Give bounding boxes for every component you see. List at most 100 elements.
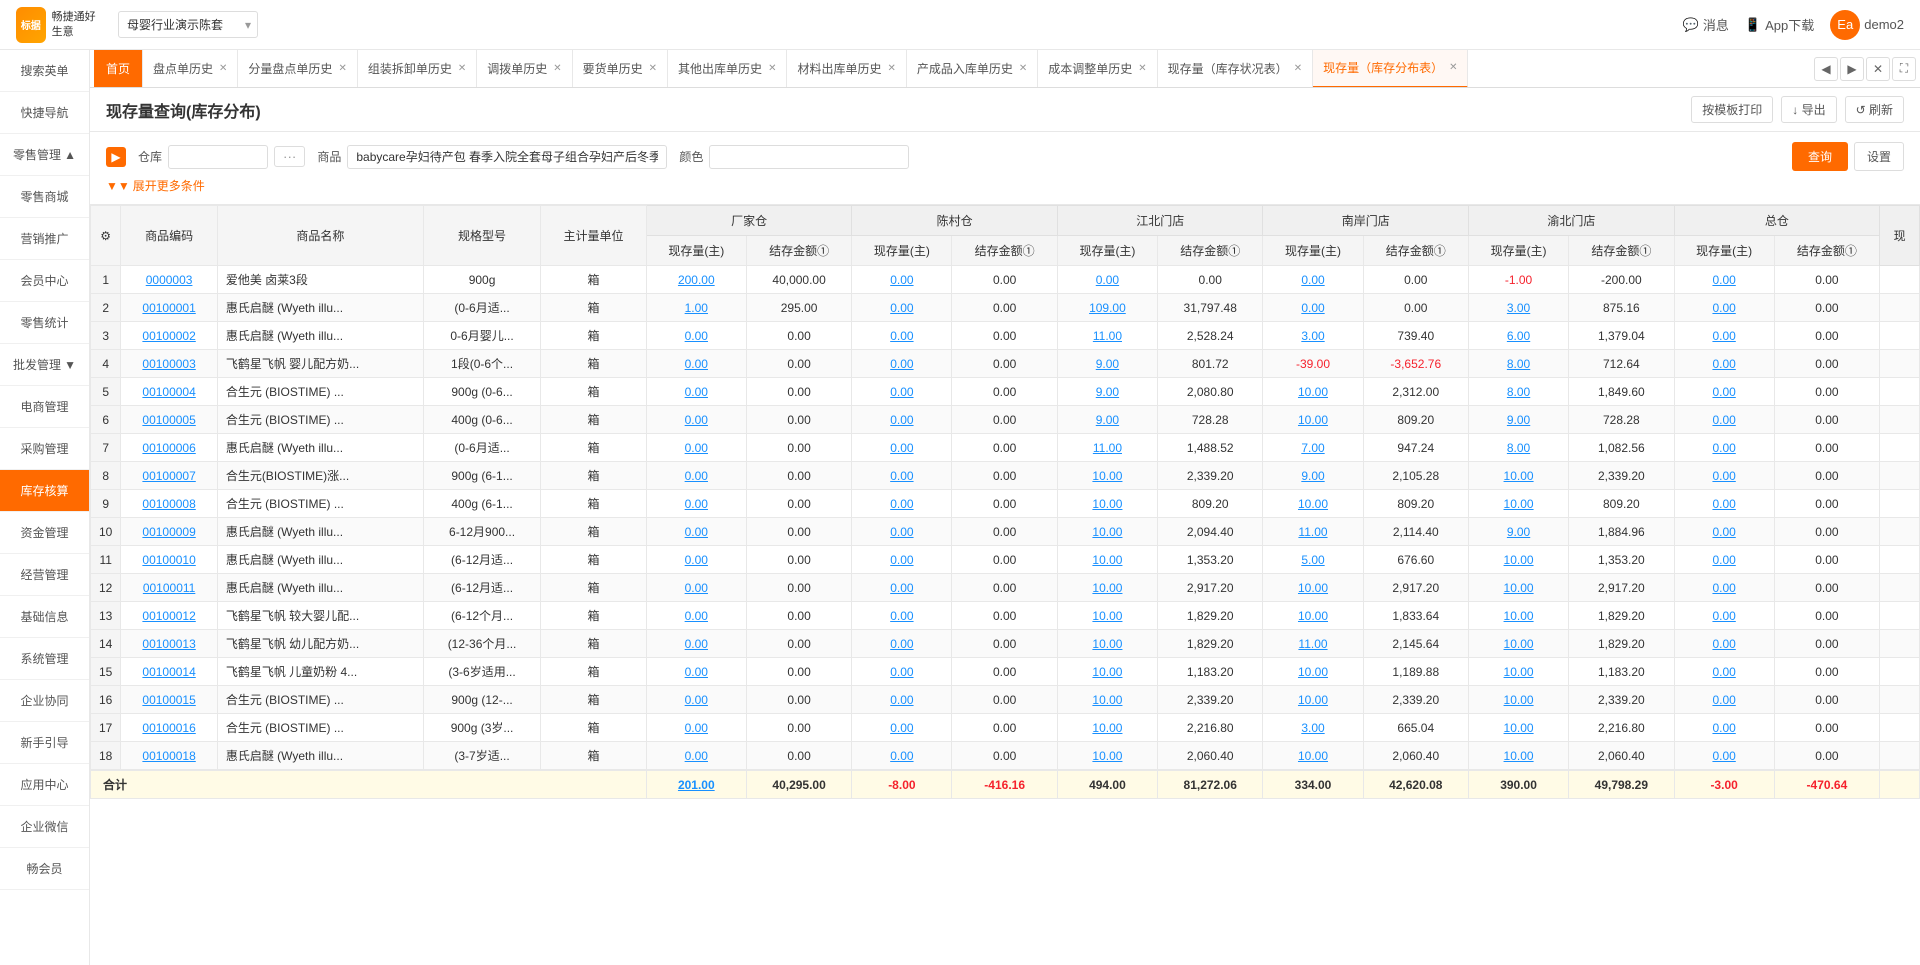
tab-home[interactable]: 首页 bbox=[94, 50, 143, 88]
row-factory-qty[interactable]: 0.00 bbox=[646, 406, 746, 434]
tab-close-icon-7[interactable]: ✕ bbox=[887, 63, 895, 74]
export-button[interactable]: ↓ 导出 bbox=[1781, 96, 1836, 123]
row-factory-qty[interactable]: 0.00 bbox=[646, 518, 746, 546]
tab-fullscreen-btn[interactable]: ⛶ bbox=[1892, 57, 1916, 81]
row-yb-qty[interactable]: 9.00 bbox=[1469, 406, 1569, 434]
row-cc-qty[interactable]: 0.00 bbox=[852, 518, 952, 546]
row-total-qty[interactable]: 0.00 bbox=[1674, 546, 1774, 574]
sidebar-item-search[interactable]: 搜索英单 bbox=[0, 50, 89, 92]
row-total-qty[interactable]: 0.00 bbox=[1674, 714, 1774, 742]
row-total-qty[interactable]: 0.00 bbox=[1674, 686, 1774, 714]
row-total-qty[interactable]: 0.00 bbox=[1674, 630, 1774, 658]
row-cc-qty[interactable]: 0.00 bbox=[852, 350, 952, 378]
tab-close-icon-5[interactable]: ✕ bbox=[649, 63, 657, 74]
row-jb-qty[interactable]: 9.00 bbox=[1057, 406, 1157, 434]
table-wrapper[interactable]: ⚙ 商品编码 商品名称 规格型号 主计量单位 厂家仓 陈村仓 江北门店 南岸门店… bbox=[90, 205, 1920, 965]
row-factory-qty[interactable]: 0.00 bbox=[646, 546, 746, 574]
sidebar-item-ecommerce[interactable]: 电商管理 bbox=[0, 386, 89, 428]
sidebar-item-weixin[interactable]: 企业微信 bbox=[0, 806, 89, 848]
row-yb-qty[interactable]: 10.00 bbox=[1469, 742, 1569, 771]
row-cc-qty[interactable]: 0.00 bbox=[852, 742, 952, 771]
expand-more-btn[interactable]: ▼▼ 展开更多条件 bbox=[106, 177, 1904, 194]
color-input[interactable] bbox=[709, 145, 909, 169]
warehouse-select-btn[interactable]: ··· bbox=[274, 146, 305, 167]
row-jb-qty[interactable]: 109.00 bbox=[1057, 294, 1157, 322]
tab-close-icon-8[interactable]: ✕ bbox=[1019, 63, 1027, 74]
row-factory-qty[interactable]: 0.00 bbox=[646, 602, 746, 630]
row-total-qty[interactable]: 0.00 bbox=[1674, 574, 1774, 602]
row-total-qty[interactable]: 0.00 bbox=[1674, 742, 1774, 771]
app-download-btn[interactable]: 📱 App下载 bbox=[1745, 15, 1814, 34]
tab-order[interactable]: 要货单历史 ✕ bbox=[573, 50, 668, 88]
row-yb-qty[interactable]: 10.00 bbox=[1469, 686, 1569, 714]
row-jb-qty[interactable]: 9.00 bbox=[1057, 350, 1157, 378]
row-na-qty[interactable]: 10.00 bbox=[1263, 406, 1363, 434]
sidebar-item-member-center[interactable]: 会员中心 bbox=[0, 260, 89, 302]
row-na-qty[interactable]: 7.00 bbox=[1263, 434, 1363, 462]
row-jb-qty[interactable]: 10.00 bbox=[1057, 742, 1157, 771]
row-na-qty[interactable]: 3.00 bbox=[1263, 714, 1363, 742]
row-jb-qty[interactable]: 10.00 bbox=[1057, 686, 1157, 714]
sidebar-item-collab[interactable]: 企业协同 bbox=[0, 680, 89, 722]
row-yb-qty[interactable]: 10.00 bbox=[1469, 490, 1569, 518]
row-cc-qty[interactable]: 0.00 bbox=[852, 266, 952, 294]
warehouse-input[interactable] bbox=[168, 145, 268, 169]
tab-transfer[interactable]: 调拨单历史 ✕ bbox=[477, 50, 572, 88]
row-factory-qty[interactable]: 0.00 bbox=[646, 490, 746, 518]
row-na-qty[interactable]: 9.00 bbox=[1263, 462, 1363, 490]
row-total-qty[interactable]: 0.00 bbox=[1674, 602, 1774, 630]
tab-close-icon-11[interactable]: ✕ bbox=[1449, 62, 1457, 73]
row-factory-qty[interactable]: 0.00 bbox=[646, 658, 746, 686]
row-yb-qty[interactable]: 3.00 bbox=[1469, 294, 1569, 322]
tab-cost-adjust[interactable]: 成本调整单历史 ✕ bbox=[1038, 50, 1157, 88]
row-factory-qty[interactable]: 0.00 bbox=[646, 574, 746, 602]
row-total-qty[interactable]: 0.00 bbox=[1674, 406, 1774, 434]
tab-close-icon-4[interactable]: ✕ bbox=[553, 63, 561, 74]
row-na-qty[interactable]: 10.00 bbox=[1263, 378, 1363, 406]
row-factory-qty[interactable]: 0.00 bbox=[646, 378, 746, 406]
tab-next-btn[interactable]: ▶ bbox=[1840, 57, 1864, 81]
sidebar-item-purchase[interactable]: 采购管理 bbox=[0, 428, 89, 470]
row-yb-qty[interactable]: 10.00 bbox=[1469, 602, 1569, 630]
row-cc-qty[interactable]: 0.00 bbox=[852, 294, 952, 322]
tab-close-icon-2[interactable]: ✕ bbox=[338, 63, 346, 74]
sidebar-item-retail-mgmt[interactable]: 零售管理 ▲ bbox=[0, 134, 89, 176]
row-factory-qty[interactable]: 0.00 bbox=[646, 686, 746, 714]
tab-close-icon-6[interactable]: ✕ bbox=[768, 63, 776, 74]
row-jb-qty[interactable]: 10.00 bbox=[1057, 714, 1157, 742]
row-cc-qty[interactable]: 0.00 bbox=[852, 378, 952, 406]
row-jb-qty[interactable]: 11.00 bbox=[1057, 434, 1157, 462]
sidebar-item-retail-stats[interactable]: 零售统计 bbox=[0, 302, 89, 344]
query-button[interactable]: 查询 bbox=[1792, 142, 1848, 171]
row-cc-qty[interactable]: 0.00 bbox=[852, 322, 952, 350]
row-yb-qty[interactable]: 10.00 bbox=[1469, 714, 1569, 742]
row-yb-qty[interactable]: -1.00 bbox=[1469, 266, 1569, 294]
tab-stock-dist[interactable]: 现存量（库存分布表）✕ bbox=[1313, 50, 1468, 88]
row-total-qty[interactable]: 0.00 bbox=[1674, 378, 1774, 406]
tab-prev-btn[interactable]: ◀ bbox=[1814, 57, 1838, 81]
tab-close-icon-3[interactable]: ✕ bbox=[458, 63, 466, 74]
row-total-qty[interactable]: 0.00 bbox=[1674, 518, 1774, 546]
row-total-qty[interactable]: 0.00 bbox=[1674, 462, 1774, 490]
row-jb-qty[interactable]: 10.00 bbox=[1057, 546, 1157, 574]
row-na-qty[interactable]: 3.00 bbox=[1263, 322, 1363, 350]
tab-close-icon-9[interactable]: ✕ bbox=[1138, 63, 1146, 74]
row-total-qty[interactable]: 0.00 bbox=[1674, 490, 1774, 518]
tab-stock-status[interactable]: 现存量（库存状况表）✕ bbox=[1158, 50, 1313, 88]
row-cc-qty[interactable]: 0.00 bbox=[852, 434, 952, 462]
user-area[interactable]: Ea demo2 bbox=[1830, 10, 1904, 40]
th-settings[interactable]: ⚙ bbox=[91, 206, 121, 266]
sidebar-item-inventory[interactable]: 库存核算 bbox=[0, 470, 89, 512]
row-na-qty[interactable]: 11.00 bbox=[1263, 630, 1363, 658]
company-select[interactable]: 母婴行业演示陈套 ▾ bbox=[118, 11, 258, 38]
row-factory-qty[interactable]: 1.00 bbox=[646, 294, 746, 322]
sidebar-item-wholesale-mgmt[interactable]: 批发管理 ▼ bbox=[0, 344, 89, 386]
row-cc-qty[interactable]: 0.00 bbox=[852, 630, 952, 658]
row-yb-qty[interactable]: 9.00 bbox=[1469, 518, 1569, 546]
row-jb-qty[interactable]: 11.00 bbox=[1057, 322, 1157, 350]
row-cc-qty[interactable]: 0.00 bbox=[852, 546, 952, 574]
sidebar-item-guide[interactable]: 新手引导 bbox=[0, 722, 89, 764]
row-cc-qty[interactable]: 0.00 bbox=[852, 574, 952, 602]
tab-other-out[interactable]: 其他出库单历史 ✕ bbox=[668, 50, 787, 88]
row-jb-qty[interactable]: 10.00 bbox=[1057, 462, 1157, 490]
